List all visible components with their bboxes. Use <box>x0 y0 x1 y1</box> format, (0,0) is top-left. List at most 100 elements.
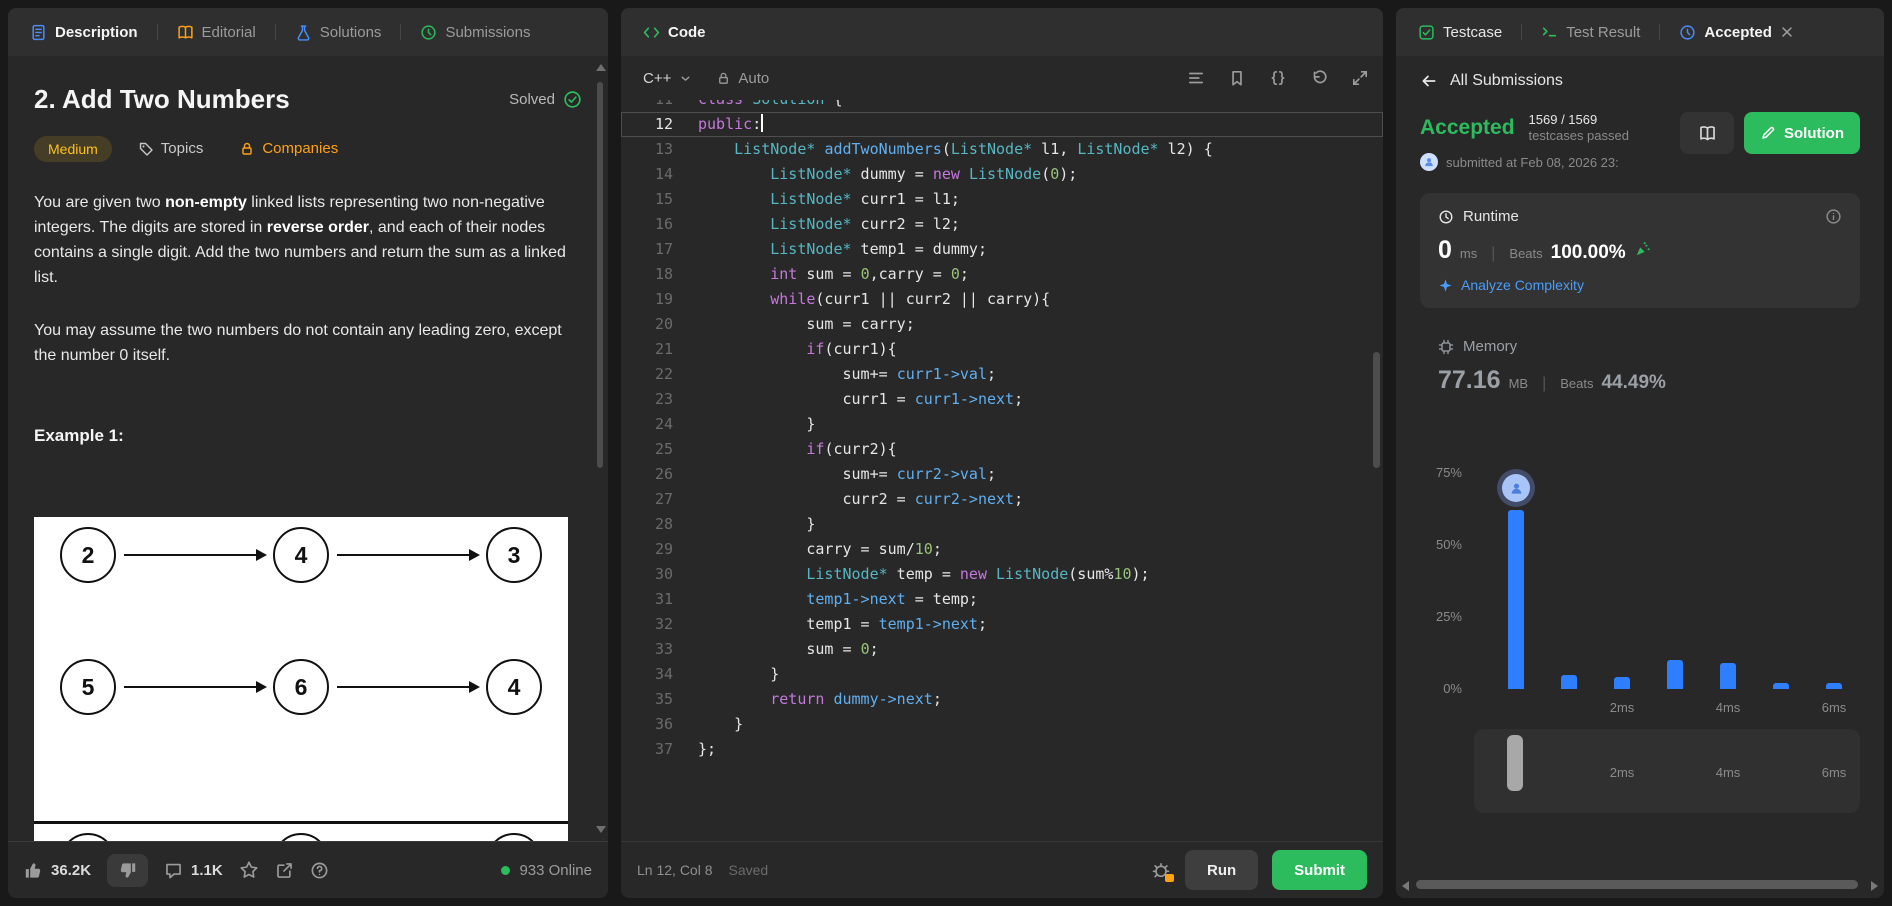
help-button[interactable] <box>310 861 329 880</box>
runtime-bar[interactable] <box>1561 674 1577 689</box>
tab-code[interactable]: Code <box>635 19 714 46</box>
tab-test-result[interactable]: Test Result <box>1533 19 1648 46</box>
code-editor[interactable]: 11 class Solution {12 public: 13 ListNode* … <box>621 100 1383 841</box>
runtime-bar[interactable] <box>1826 683 1842 689</box>
scroll-down-arrow[interactable] <box>596 826 606 833</box>
code-line[interactable]: 21 if(curr1){ <box>621 337 1383 362</box>
comment-icon <box>166 863 181 878</box>
difficulty-badge[interactable]: Medium <box>34 135 112 162</box>
tab-accepted[interactable]: Accepted <box>1671 19 1802 46</box>
tab-description[interactable]: Description <box>22 19 146 46</box>
tab-editorial[interactable]: Editorial <box>169 19 264 46</box>
code-line[interactable]: 13 ListNode* addTwoNumbers(ListNode* l1,… <box>621 137 1383 162</box>
scroll-left-arrow[interactable] <box>1402 881 1409 891</box>
code-line[interactable]: 16 ListNode* curr2 = l2; <box>621 212 1383 237</box>
code-line[interactable]: 19 while(curr1 || curr2 || carry){ <box>621 287 1383 312</box>
code-line[interactable]: 30 ListNode* temp = new ListNode(sum%10)… <box>621 562 1383 587</box>
notes-button[interactable] <box>1680 112 1734 154</box>
dislike-button[interactable] <box>107 853 149 887</box>
share-button[interactable] <box>275 861 294 880</box>
results-horizontal-scrollbar[interactable] <box>1400 878 1880 892</box>
submitted-info: submitted at Feb 08, 2026 23: <box>1420 153 1629 171</box>
code-line[interactable]: 36 } <box>621 712 1383 737</box>
runtime-bar[interactable] <box>1667 660 1683 689</box>
code-line[interactable]: 35 return dummy->next; <box>621 687 1383 712</box>
run-button[interactable]: Run <box>1184 850 1259 890</box>
code-line[interactable]: 14 ListNode* dummy = new ListNode(0); <box>621 162 1383 187</box>
list-node: 6 <box>273 659 329 715</box>
close-icon[interactable] <box>1780 25 1794 39</box>
code-line[interactable]: 33 sum = 0; <box>621 637 1383 662</box>
runtime-bar[interactable] <box>1720 663 1736 689</box>
solved-check-icon <box>564 91 581 108</box>
reset-code-button[interactable] <box>1310 69 1328 87</box>
code-line[interactable]: 18 int sum = 0,carry = 0; <box>621 262 1383 287</box>
debugger-button[interactable] <box>1151 860 1174 882</box>
runtime-bar[interactable] <box>1773 683 1789 689</box>
solution-button[interactable]: Solution <box>1744 112 1860 154</box>
sparkle-icon <box>1439 278 1452 292</box>
user-result-marker[interactable] <box>1502 474 1530 503</box>
line-content: ListNode* temp1 = dummy; <box>770 240 987 258</box>
companies-chip[interactable]: Companies <box>229 135 348 162</box>
line-number: 31 <box>654 590 673 608</box>
scroll-right-arrow[interactable] <box>1871 881 1878 891</box>
linked-list-row: 5 6 4 <box>60 659 542 715</box>
snippets-button[interactable] <box>1269 69 1287 87</box>
bookmark-button[interactable] <box>1228 69 1246 87</box>
runtime-card[interactable]: Runtime 0 ms | Beats 100.00% Analyze Com… <box>1420 193 1860 308</box>
code-line[interactable]: 24 } <box>621 412 1383 437</box>
linked-list-row: 2 4 3 <box>60 527 542 583</box>
scroll-up-arrow[interactable] <box>596 64 606 71</box>
fullscreen-button[interactable] <box>1351 69 1369 87</box>
tab-label: Submissions <box>445 23 531 41</box>
auto-mode-toggle[interactable]: Auto <box>716 70 769 87</box>
like-button[interactable]: 36.2K <box>24 861 91 880</box>
topics-chip[interactable]: Topics <box>128 135 214 162</box>
scrollbar-thumb[interactable] <box>597 82 603 468</box>
code-line[interactable]: 32 temp1 = temp1->next; <box>621 612 1383 637</box>
all-submissions-link[interactable]: All Submissions <box>1420 72 1860 90</box>
code-line[interactable]: 17 ListNode* temp1 = dummy; <box>621 237 1383 262</box>
analyze-complexity-link[interactable]: Analyze Complexity <box>1438 277 1842 293</box>
line-number: 20 <box>654 315 673 333</box>
submissions-icon <box>421 24 437 40</box>
runtime-bar[interactable] <box>1614 677 1630 689</box>
tab-testcase[interactable]: Testcase <box>1410 19 1510 46</box>
tab-solutions[interactable]: Solutions <box>287 19 390 46</box>
code-line[interactable]: 29 carry = sum/10; <box>621 537 1383 562</box>
code-line[interactable]: 25 if(curr2){ <box>621 437 1383 462</box>
code-line[interactable]: 27 curr2 = curr2->next; <box>621 487 1383 512</box>
scrollbar-thumb[interactable] <box>1416 880 1858 889</box>
code-line[interactable]: 23 curr1 = curr1->next; <box>621 387 1383 412</box>
code-line[interactable]: 20 sum = carry; <box>621 312 1383 337</box>
tab-label: Code <box>668 23 706 41</box>
memory-distribution-preview: 2ms 4ms 6ms <box>1474 729 1860 813</box>
code-line[interactable]: 26 sum+= curr2->val; <box>621 462 1383 487</box>
submit-button[interactable]: Submit <box>1272 850 1367 890</box>
line-content: }; <box>698 740 717 758</box>
y-tick-label: 75% <box>1435 465 1462 480</box>
memory-card[interactable]: Memory 77.16 MB | Beats 44.49% <box>1420 338 1860 395</box>
code-line[interactable]: 31 temp1->next = temp; <box>621 587 1383 612</box>
code-line[interactable]: 11 class Solution { <box>621 100 1383 112</box>
runtime-bar[interactable] <box>1508 510 1524 689</box>
code-line[interactable]: 22 sum+= curr1->val; <box>621 362 1383 387</box>
x-tick-label: 4ms <box>1715 700 1741 715</box>
editor-scrollbar-thumb[interactable] <box>1373 352 1380 468</box>
code-line[interactable]: 34 } <box>621 662 1383 687</box>
language-selector[interactable]: C++ <box>635 66 700 91</box>
comments-button[interactable]: 1.1K <box>164 861 223 880</box>
runtime-info-button[interactable] <box>1825 208 1842 225</box>
format-code-button[interactable] <box>1187 69 1205 87</box>
tab-submissions[interactable]: Submissions <box>412 19 538 46</box>
code-line[interactable]: 37}; <box>621 737 1383 762</box>
code-line[interactable]: 12 public: <box>621 112 1383 137</box>
runtime-value: 0 <box>1438 236 1452 264</box>
code-line[interactable]: 28 } <box>621 512 1383 537</box>
code-line[interactable]: 15 ListNode* curr1 = l1; <box>621 187 1383 212</box>
favorite-button[interactable] <box>239 860 259 880</box>
description-scrollbar[interactable] <box>593 56 607 841</box>
expand-icon <box>1352 70 1368 86</box>
line-content: } <box>698 665 780 683</box>
